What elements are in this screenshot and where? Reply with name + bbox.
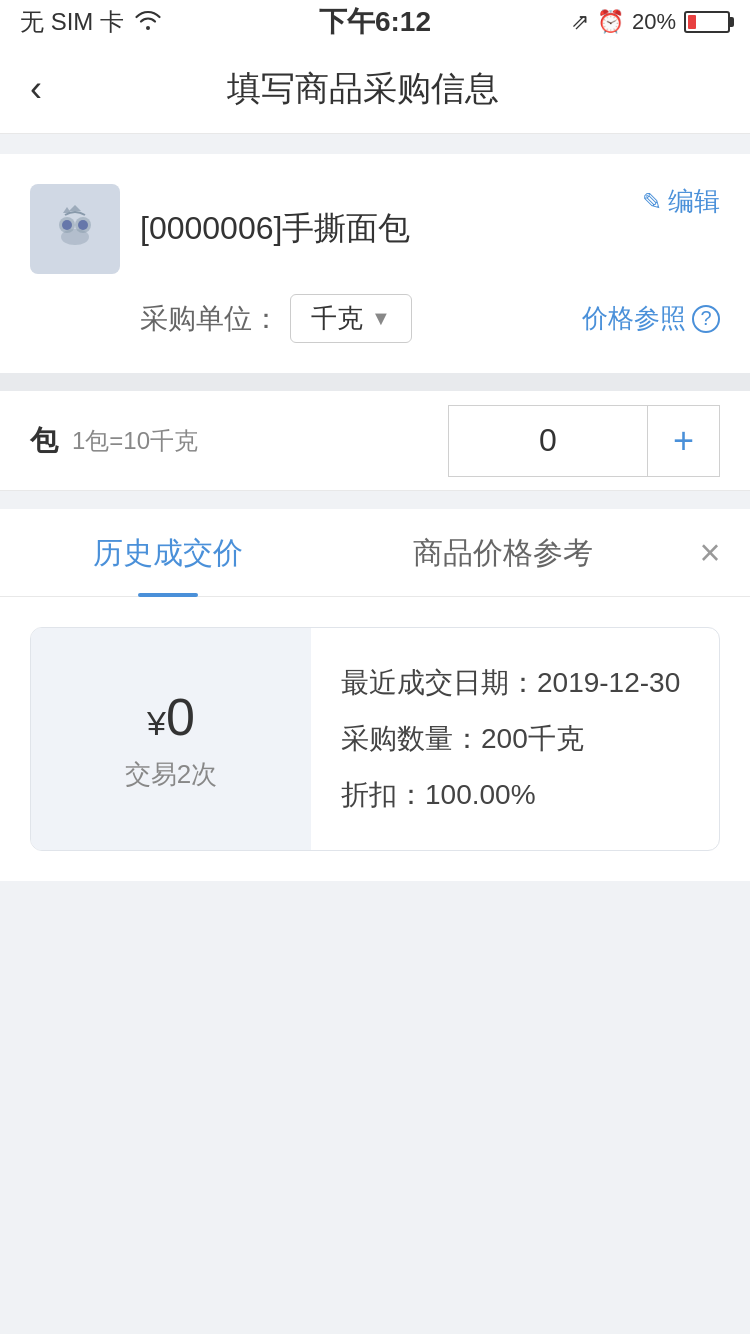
discount-label: 折扣： xyxy=(341,779,425,810)
back-button[interactable]: ‹ xyxy=(30,68,62,110)
back-icon: ‹ xyxy=(30,68,42,109)
price-reference-button[interactable]: 价格参照 ? xyxy=(582,301,720,336)
page-title: 填写商品采购信息 xyxy=(62,66,664,112)
tabs-panel: 历史成交价 商品价格参考 × ¥0 交易2次 最近成交日期：2019-12-30… xyxy=(0,509,750,881)
nav-bar: ‹ 填写商品采购信息 xyxy=(0,44,750,134)
svg-point-4 xyxy=(61,229,89,245)
status-time: 下午6:12 xyxy=(319,3,431,41)
unit-value: 千克 xyxy=(311,301,363,336)
carrier-text: 无 SIM 卡 xyxy=(20,6,124,38)
unit-label: 采购单位： xyxy=(140,300,280,338)
tabs-close-button[interactable]: × xyxy=(670,509,750,597)
edit-icon: ✎ xyxy=(642,188,662,216)
history-details-section: 最近成交日期：2019-12-30 采购数量：200千克 折扣：100.00% xyxy=(311,628,719,850)
close-icon: × xyxy=(699,509,720,597)
dropdown-arrow-icon: ▼ xyxy=(371,307,391,330)
quantity-input-group: + xyxy=(448,405,720,477)
quantity-unit-icon: 包 xyxy=(30,422,58,460)
quantity-unit-sub: 1包=10千克 xyxy=(72,425,198,457)
quantity-unit-info: 包 1包=10千克 xyxy=(30,422,198,460)
tab-price-reference[interactable]: 商品价格参考 xyxy=(335,509,670,597)
qty-label: 采购数量： xyxy=(341,723,481,754)
location-icon: ⇗ xyxy=(571,9,589,35)
product-card: [0000006]手撕面包 ✎ 编辑 采购单位： 千克 ▼ 价格参照 ? xyxy=(0,154,750,373)
alarm-icon: ⏰ xyxy=(597,9,624,35)
quantity-input[interactable] xyxy=(448,405,648,477)
unit-select-dropdown[interactable]: 千克 ▼ xyxy=(290,294,412,343)
svg-point-2 xyxy=(62,220,72,230)
tab-history-price[interactable]: 历史成交价 xyxy=(0,509,335,597)
history-date-row: 最近成交日期：2019-12-30 xyxy=(341,662,689,704)
tab-history-label: 历史成交价 xyxy=(93,536,243,569)
quantity-row: 包 1包=10千克 + xyxy=(0,391,750,491)
status-bar: 无 SIM 卡 下午6:12 ⇗ ⏰ 20% xyxy=(0,0,750,44)
product-name: [0000006]手撕面包 xyxy=(140,207,410,251)
tabs-bar: 历史成交价 商品价格参考 × xyxy=(0,509,750,597)
product-thumbnail xyxy=(30,184,120,274)
history-discount-row: 折扣：100.00% xyxy=(341,774,689,816)
history-card: ¥0 交易2次 最近成交日期：2019-12-30 采购数量：200千克 折扣：… xyxy=(30,627,720,851)
history-price-section: ¥0 交易2次 xyxy=(31,628,311,850)
date-value: 2019-12-30 xyxy=(537,667,680,698)
quantity-plus-button[interactable]: + xyxy=(648,405,720,477)
status-left: 无 SIM 卡 xyxy=(20,6,162,38)
battery-pct: 20% xyxy=(632,9,676,35)
section-divider xyxy=(0,373,750,391)
main-background xyxy=(0,881,750,1334)
svg-point-3 xyxy=(78,220,88,230)
history-content: ¥0 交易2次 最近成交日期：2019-12-30 采购数量：200千克 折扣：… xyxy=(0,597,750,881)
qty-value: 200千克 xyxy=(481,723,584,754)
edit-button[interactable]: ✎ 编辑 xyxy=(642,184,720,219)
history-price-display: ¥0 xyxy=(147,687,195,747)
discount-value: 100.00% xyxy=(425,779,536,810)
edit-label: 编辑 xyxy=(668,184,720,219)
status-right: ⇗ ⏰ 20% xyxy=(571,9,730,35)
product-header: [0000006]手撕面包 ✎ 编辑 xyxy=(30,184,720,274)
wifi-icon xyxy=(134,8,162,36)
product-info: [0000006]手撕面包 xyxy=(30,184,410,274)
plus-icon: + xyxy=(673,420,694,462)
currency-symbol: ¥ xyxy=(147,704,166,742)
price-ref-label: 价格参照 xyxy=(582,301,686,336)
price-value: 0 xyxy=(166,688,195,746)
battery-indicator xyxy=(684,11,730,33)
svg-marker-6 xyxy=(63,207,71,213)
date-label: 最近成交日期： xyxy=(341,667,537,698)
svg-marker-5 xyxy=(69,205,81,211)
tab-price-ref-label: 商品价格参考 xyxy=(413,536,593,569)
help-icon: ? xyxy=(692,305,720,333)
history-qty-row: 采购数量：200千克 xyxy=(341,718,689,760)
product-unit-row: 采购单位： 千克 ▼ 价格参照 ? xyxy=(30,294,720,343)
history-trades-count: 交易2次 xyxy=(125,757,217,792)
